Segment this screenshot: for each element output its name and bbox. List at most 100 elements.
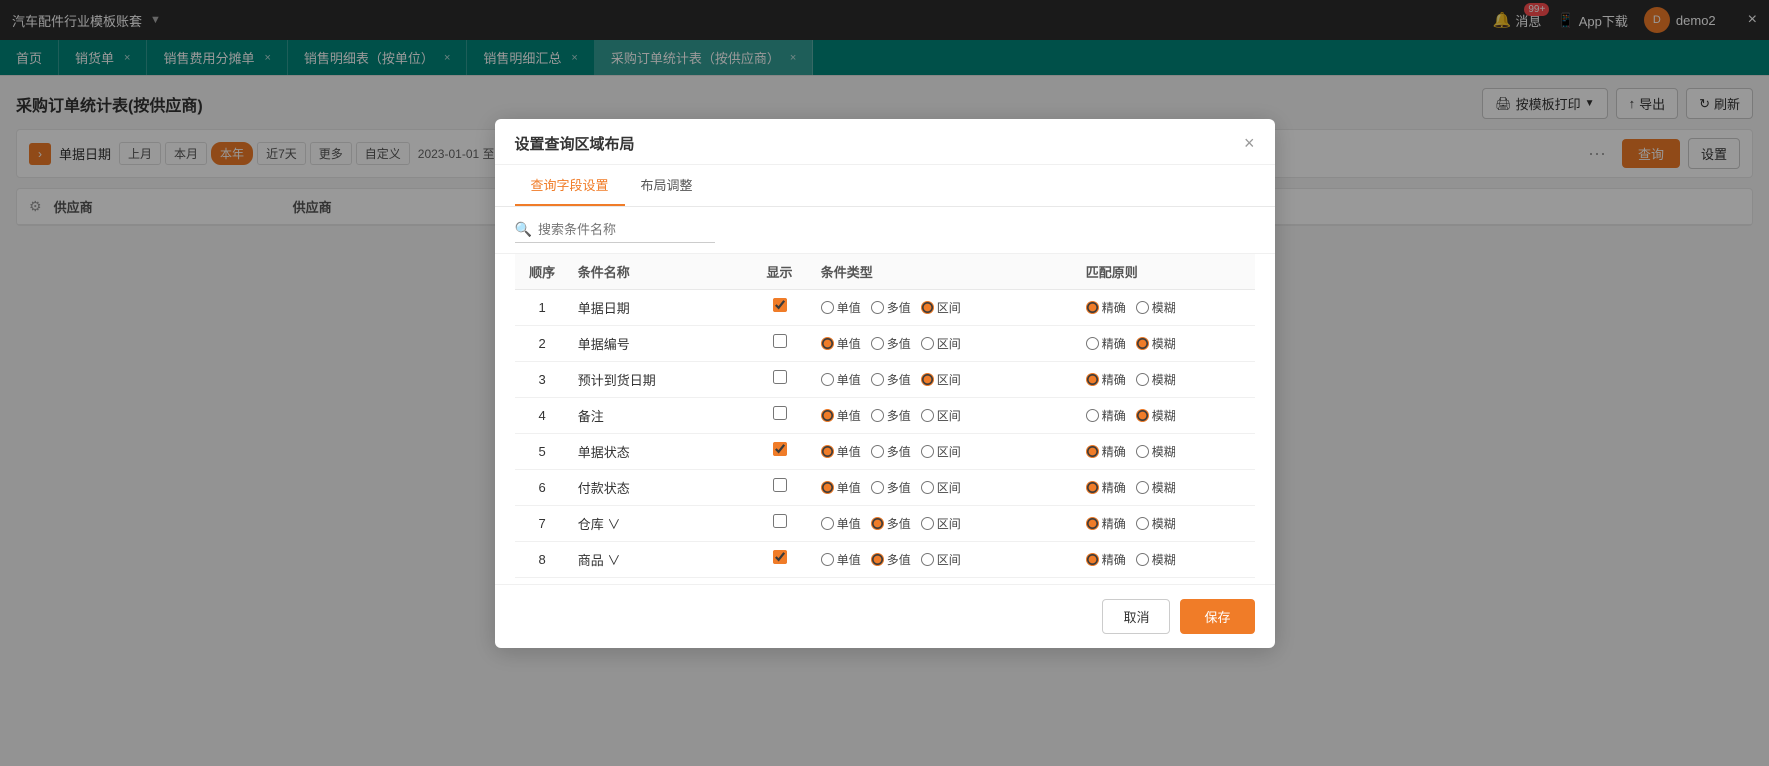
radio-input-match[interactable]: [1086, 301, 1099, 314]
radio-input-type[interactable]: [871, 553, 884, 566]
radio-type-区间[interactable]: 区间: [921, 299, 961, 316]
radio-type-多值[interactable]: 多值: [871, 299, 911, 316]
row-display-checkbox[interactable]: [773, 550, 787, 564]
dialog-tab-layout-adjust[interactable]: 布局调整: [625, 165, 709, 206]
radio-label-type: 区间: [937, 299, 961, 316]
radio-type-区间[interactable]: 区间: [921, 371, 961, 388]
radio-input-type[interactable]: [821, 517, 834, 530]
radio-input-type[interactable]: [821, 553, 834, 566]
cancel-button[interactable]: 取消: [1102, 599, 1170, 634]
radio-input-type[interactable]: [921, 337, 934, 350]
radio-type-单值[interactable]: 单值: [821, 371, 861, 388]
radio-input-match[interactable]: [1086, 553, 1099, 566]
radio-type-区间[interactable]: 区间: [921, 335, 961, 352]
radio-type-多值[interactable]: 多值: [871, 407, 911, 424]
row-display-checkbox[interactable]: [773, 370, 787, 384]
radio-type-多值[interactable]: 多值: [871, 371, 911, 388]
radio-input-type[interactable]: [921, 517, 934, 530]
radio-type-单值[interactable]: 单值: [821, 335, 861, 352]
radio-input-match[interactable]: [1136, 409, 1149, 422]
radio-input-type[interactable]: [821, 409, 834, 422]
radio-match-模糊[interactable]: 模糊: [1136, 479, 1176, 496]
radio-type-单值[interactable]: 单值: [821, 299, 861, 316]
radio-match-精确[interactable]: 精确: [1086, 335, 1126, 352]
radio-match-精确[interactable]: 精确: [1086, 407, 1126, 424]
save-label: 保存: [1204, 610, 1230, 625]
radio-input-match[interactable]: [1086, 409, 1099, 422]
radio-input-type[interactable]: [921, 373, 934, 386]
radio-type-多值[interactable]: 多值: [871, 335, 911, 352]
radio-input-match[interactable]: [1086, 481, 1099, 494]
row-display-checkbox[interactable]: [773, 298, 787, 312]
radio-type-多值[interactable]: 多值: [871, 479, 911, 496]
radio-match-模糊[interactable]: 模糊: [1136, 371, 1176, 388]
radio-type-区间[interactable]: 区间: [921, 515, 961, 532]
radio-input-match[interactable]: [1136, 301, 1149, 314]
radio-input-match[interactable]: [1086, 337, 1099, 350]
radio-input-match[interactable]: [1136, 481, 1149, 494]
row-type-radio-group: 单值多值 区间: [821, 299, 1070, 316]
radio-input-match[interactable]: [1136, 517, 1149, 530]
radio-input-type[interactable]: [921, 301, 934, 314]
dialog-close-button[interactable]: ×: [1244, 134, 1255, 152]
radio-match-模糊[interactable]: 模糊: [1136, 335, 1176, 352]
radio-input-type[interactable]: [871, 337, 884, 350]
radio-input-type[interactable]: [871, 517, 884, 530]
radio-input-match[interactable]: [1136, 337, 1149, 350]
radio-input-type[interactable]: [871, 373, 884, 386]
radio-type-单值[interactable]: 单值: [821, 407, 861, 424]
radio-type-单值[interactable]: 单值: [821, 551, 861, 568]
radio-type-多值[interactable]: 多值: [871, 515, 911, 532]
radio-type-区间[interactable]: 区间: [921, 443, 961, 460]
radio-input-match[interactable]: [1136, 553, 1149, 566]
radio-input-type[interactable]: [821, 337, 834, 350]
radio-match-精确[interactable]: 精确: [1086, 479, 1126, 496]
radio-match-精确[interactable]: 精确: [1086, 371, 1126, 388]
radio-input-type[interactable]: [921, 553, 934, 566]
radio-input-type[interactable]: [821, 373, 834, 386]
radio-type-区间[interactable]: 区间: [921, 407, 961, 424]
radio-match-精确[interactable]: 精确: [1086, 551, 1126, 568]
radio-input-match[interactable]: [1086, 517, 1099, 530]
radio-type-单值[interactable]: 单值: [821, 515, 861, 532]
search-input[interactable]: [532, 222, 715, 237]
radio-input-match[interactable]: [1086, 445, 1099, 458]
radio-type-区间[interactable]: 区间: [921, 551, 961, 568]
conditions-table: 顺序 条件名称 显示 条件类型 匹配原则 1单据日期单值多值区间精确模糊2单据编…: [515, 254, 1255, 584]
radio-match-模糊[interactable]: 模糊: [1136, 443, 1176, 460]
radio-input-type[interactable]: [871, 481, 884, 494]
row-display-checkbox[interactable]: [773, 334, 787, 348]
save-button[interactable]: 保存: [1180, 599, 1254, 634]
radio-input-type[interactable]: [821, 445, 834, 458]
radio-match-模糊[interactable]: 模糊: [1136, 407, 1176, 424]
row-display-checkbox[interactable]: [773, 478, 787, 492]
radio-match-精确[interactable]: 精确: [1086, 299, 1126, 316]
radio-type-区间[interactable]: 区间: [921, 479, 961, 496]
radio-match-模糊[interactable]: 模糊: [1136, 551, 1176, 568]
radio-match-模糊[interactable]: 模糊: [1136, 515, 1176, 532]
radio-input-type[interactable]: [921, 409, 934, 422]
radio-input-type[interactable]: [871, 409, 884, 422]
radio-type-多值[interactable]: 多值: [871, 443, 911, 460]
radio-input-type[interactable]: [871, 301, 884, 314]
radio-input-type[interactable]: [871, 445, 884, 458]
radio-match-精确[interactable]: 精确: [1086, 515, 1126, 532]
radio-type-多值[interactable]: 多值: [871, 551, 911, 568]
radio-input-type[interactable]: [821, 301, 834, 314]
radio-input-match[interactable]: [1136, 373, 1149, 386]
dialog-tab-query-fields[interactable]: 查询字段设置: [515, 165, 625, 206]
radio-label-type: 区间: [937, 551, 961, 568]
row-type-cell: 单值多值区间: [813, 361, 1078, 397]
row-display-checkbox[interactable]: [773, 406, 787, 420]
radio-match-模糊[interactable]: 模糊: [1136, 299, 1176, 316]
radio-match-精确[interactable]: 精确: [1086, 443, 1126, 460]
radio-type-单值[interactable]: 单值: [821, 479, 861, 496]
row-display-checkbox[interactable]: [773, 514, 787, 528]
radio-input-match[interactable]: [1086, 373, 1099, 386]
radio-type-单值[interactable]: 单值: [821, 443, 861, 460]
radio-input-match[interactable]: [1136, 445, 1149, 458]
radio-input-type[interactable]: [921, 445, 934, 458]
radio-input-type[interactable]: [821, 481, 834, 494]
row-display-checkbox[interactable]: [773, 442, 787, 456]
radio-input-type[interactable]: [921, 481, 934, 494]
